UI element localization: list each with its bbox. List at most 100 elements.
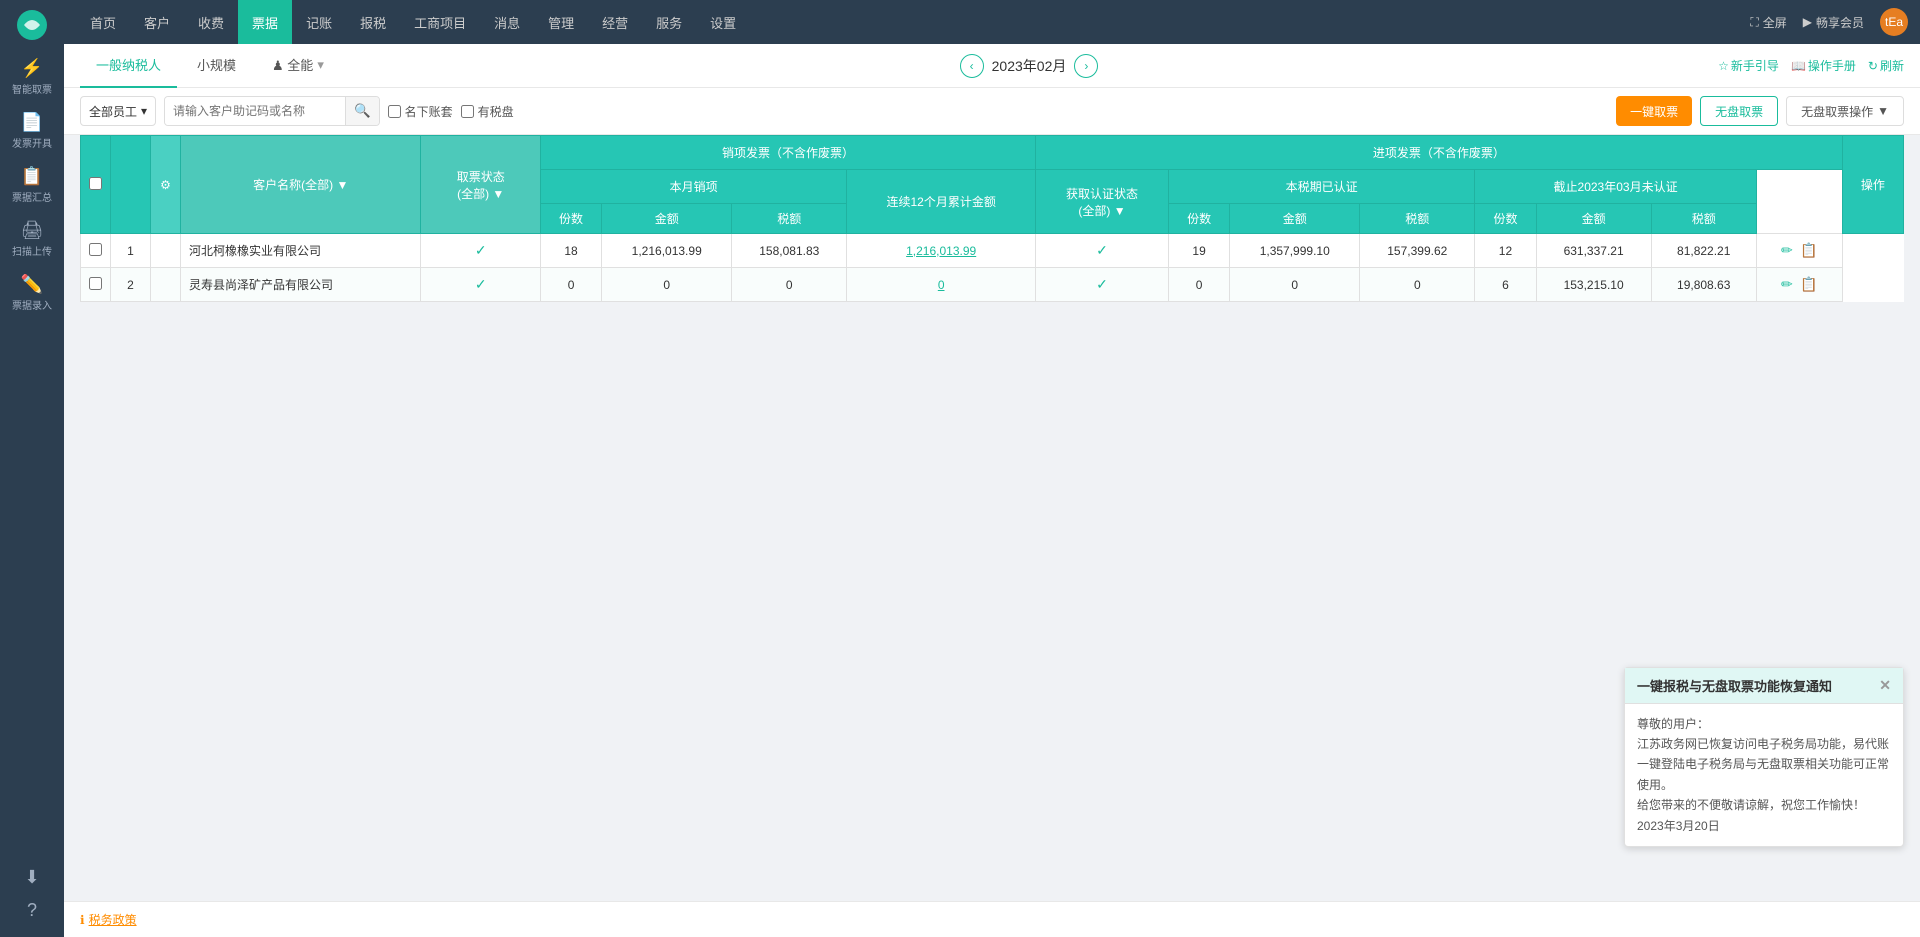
prev-month-button[interactable]: ‹: [960, 54, 984, 78]
row1-edit-icon[interactable]: ✏: [1781, 242, 1793, 258]
play-icon: ▶: [1803, 15, 1812, 29]
nav-settings[interactable]: 设置: [696, 0, 750, 44]
staff-selector[interactable]: 全部员工 ▾: [80, 96, 156, 126]
row1-gear: [151, 234, 181, 268]
next-month-button[interactable]: ›: [1074, 54, 1098, 78]
manual-button[interactable]: 📖 操作手册: [1791, 57, 1856, 74]
one-click-fetch-button[interactable]: 一键取票: [1616, 96, 1692, 126]
tab-small-scale[interactable]: 小规模: [181, 44, 252, 88]
row2-uncert-amount: 153,215.10: [1536, 268, 1651, 302]
notification-title: 一键报税与无盘取票功能恢复通知: [1637, 676, 1832, 695]
new-guide-button[interactable]: ☆ 新手引导: [1718, 57, 1779, 74]
th-checkbox: [81, 136, 111, 234]
row1-amount: 1,216,013.99: [602, 234, 732, 268]
search-wrap: 🔍: [164, 96, 380, 126]
th-action: 操作: [1842, 136, 1903, 234]
th-cumulative: 连续12个月累计金额: [847, 170, 1036, 234]
nav-bookkeeping[interactable]: 记账: [292, 0, 346, 44]
nav-home[interactable]: 首页: [76, 0, 130, 44]
nav-message[interactable]: 消息: [480, 0, 534, 44]
book-icon: 📖: [1791, 59, 1806, 73]
row2-amount: 0: [602, 268, 732, 302]
sidebar-item-invoice-summary[interactable]: 📋 票据汇总: [0, 158, 64, 212]
sub-account-checkbox[interactable]: 名下账套: [388, 103, 453, 120]
nav-management[interactable]: 管理: [534, 0, 588, 44]
sidebar-bottom: ⬇ ?: [24, 867, 39, 937]
tab-all[interactable]: ♟ 全能 ▾: [256, 44, 340, 88]
th-cert-amount: 金额: [1230, 204, 1360, 234]
row2-edit-icon[interactable]: ✏: [1781, 276, 1793, 292]
nav-operation[interactable]: 经营: [588, 0, 642, 44]
row1-qty: 18: [540, 234, 601, 268]
row1-uncert-amount: 631,337.21: [1536, 234, 1651, 268]
fetch-status-icon: ✓: [475, 276, 487, 292]
notification-close-button[interactable]: ✕: [1879, 677, 1891, 694]
th-rownum: [111, 136, 151, 234]
no-disk-ops-button[interactable]: 无盘取票操作 ▼: [1786, 96, 1904, 126]
tax-disk-checkbox[interactable]: 有税盘: [461, 103, 514, 120]
current-month: 2023年02月: [992, 56, 1067, 76]
nav-collection[interactable]: 收费: [184, 0, 238, 44]
nav-customer[interactable]: 客户: [130, 0, 184, 44]
fullscreen-button[interactable]: ⛶ 全屏: [1750, 14, 1786, 31]
nav-invoice[interactable]: 票据: [238, 0, 292, 44]
sidebar-item-scan-upload[interactable]: 🖨 扫描上传: [0, 212, 64, 266]
row1-cumulative[interactable]: 1,216,013.99: [847, 234, 1036, 268]
row2-cert-status: ✓: [1036, 268, 1169, 302]
help-icon[interactable]: ?: [27, 900, 37, 921]
row2-view-icon[interactable]: 📋: [1800, 276, 1817, 292]
th-uncert-qty: 份数: [1475, 204, 1536, 234]
logo: [0, 0, 64, 50]
row1-num: 1: [111, 234, 151, 268]
refresh-button[interactable]: ↻ 刷新: [1868, 57, 1904, 74]
row1-tax: 158,081.83: [732, 234, 847, 268]
row2-num: 2: [111, 268, 151, 302]
sidebar: ⚡ 智能取票 📄 发票开具 📋 票据汇总 🖨 扫描上传 ✏️ 票据录入 ⬇ ?: [0, 0, 64, 937]
nav-service[interactable]: 服务: [642, 0, 696, 44]
data-entry-label: 票据录入: [12, 297, 52, 312]
smart-fetch-label: 智能取票: [12, 81, 52, 96]
scan-upload-icon: 🖨: [21, 220, 44, 241]
row2-fetch-status: ✓: [421, 268, 540, 302]
guide-icon: ☆: [1718, 59, 1729, 73]
tax-policy-link[interactable]: 税务政策: [89, 911, 137, 928]
notification-body: 尊敬的用户： 江苏政务网已恢复访问电子税务局功能，易代账一键登陆电子税务局与无盘…: [1625, 704, 1903, 846]
row1-customer: 河北柯橡橡实业有限公司: [181, 234, 421, 268]
nav-business[interactable]: 工商项目: [400, 0, 480, 44]
th-before-2023: 截止2023年03月未认证: [1475, 170, 1756, 204]
table-row: 1 河北柯橡橡实业有限公司 ✓ 18 1,216,013.99 158,081.…: [81, 234, 1904, 268]
th-qty: 份数: [540, 204, 601, 234]
sidebar-item-smart-fetch[interactable]: ⚡ 智能取票: [0, 50, 64, 104]
th-customer: 客户名称(全部) ▼: [181, 136, 421, 234]
info-icon: ℹ: [80, 913, 85, 927]
sidebar-item-issue-invoice[interactable]: 📄 发票开具: [0, 104, 64, 158]
row1-view-icon[interactable]: 📋: [1800, 242, 1817, 258]
row2-customer: 灵寿县尚泽矿产品有限公司: [181, 268, 421, 302]
refresh-icon: ↻: [1868, 59, 1878, 73]
row2-cert-qty: 0: [1168, 268, 1229, 302]
member-button[interactable]: ▶ 畅享会员: [1803, 14, 1864, 31]
th-cert-tax: 税额: [1360, 204, 1475, 234]
row2-cumulative[interactable]: 0: [847, 268, 1036, 302]
sidebar-item-data-entry[interactable]: ✏️ 票据录入: [0, 266, 64, 320]
select-all-checkbox[interactable]: [89, 177, 102, 190]
user-avatar[interactable]: tEa: [1880, 8, 1908, 36]
staff-label: 全部员工: [89, 103, 137, 120]
nav-tax[interactable]: 报税: [346, 0, 400, 44]
row1-cert-status: ✓: [1036, 234, 1169, 268]
no-disk-fetch-button[interactable]: 无盘取票: [1700, 96, 1778, 126]
download-icon[interactable]: ⬇: [24, 867, 39, 888]
tab-general-taxpayer[interactable]: 一般纳税人: [80, 44, 177, 88]
row2-cert-tax: 0: [1360, 268, 1475, 302]
th-amount: 金额: [602, 204, 732, 234]
tab-bar: 一般纳税人 小规模 ♟ 全能 ▾ ‹ 2023年02月 › ☆ 新手引导 📖: [64, 44, 1920, 88]
issue-invoice-icon: 📄: [21, 112, 43, 133]
search-button[interactable]: 🔍: [345, 97, 379, 125]
search-input[interactable]: [165, 97, 345, 125]
issue-invoice-label: 发票开具: [12, 135, 52, 150]
th-gear: ⚙: [151, 136, 181, 234]
table-header-group1: ⚙ 客户名称(全部) ▼ 取票状态(全部) ▼ 销项发票（不含作废票） 进项发票…: [81, 136, 1904, 170]
th-cert-status: 获取认证状态(全部) ▼: [1036, 170, 1169, 234]
th-cert-qty: 份数: [1168, 204, 1229, 234]
row1-actions: ✏ 📋: [1756, 234, 1842, 268]
